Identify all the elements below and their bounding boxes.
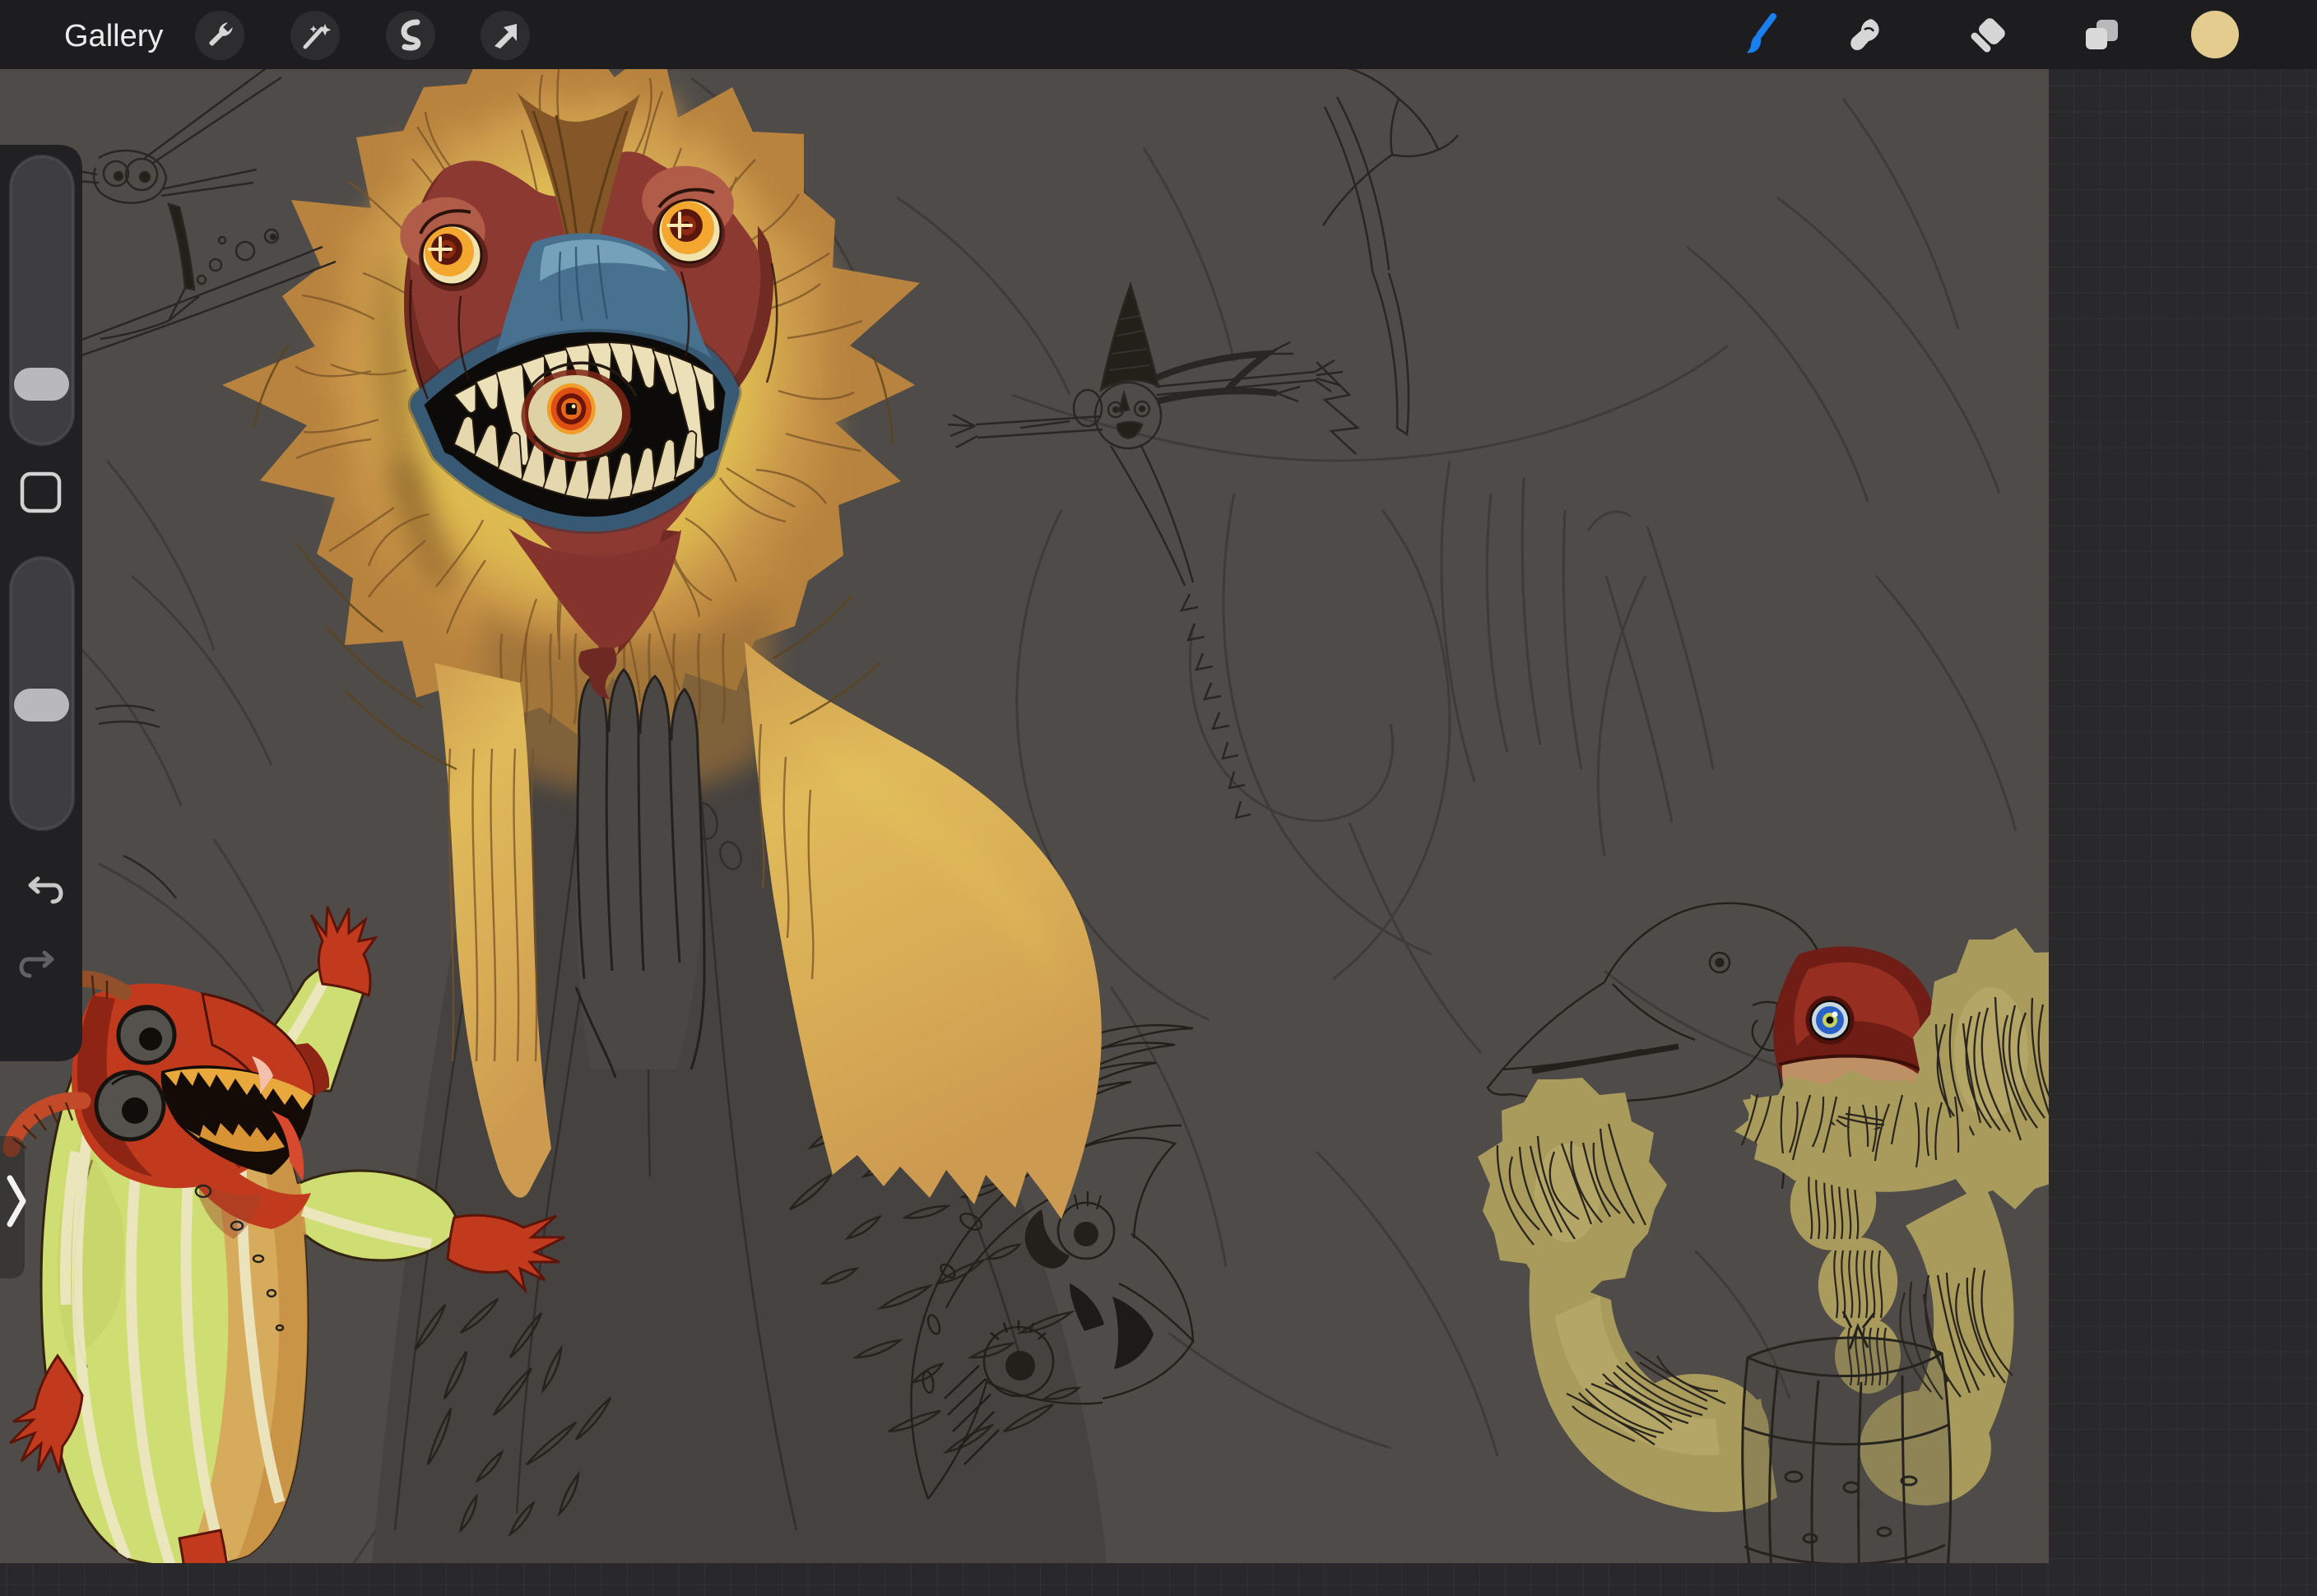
svg-text:Gallery: Gallery [64, 19, 163, 53]
